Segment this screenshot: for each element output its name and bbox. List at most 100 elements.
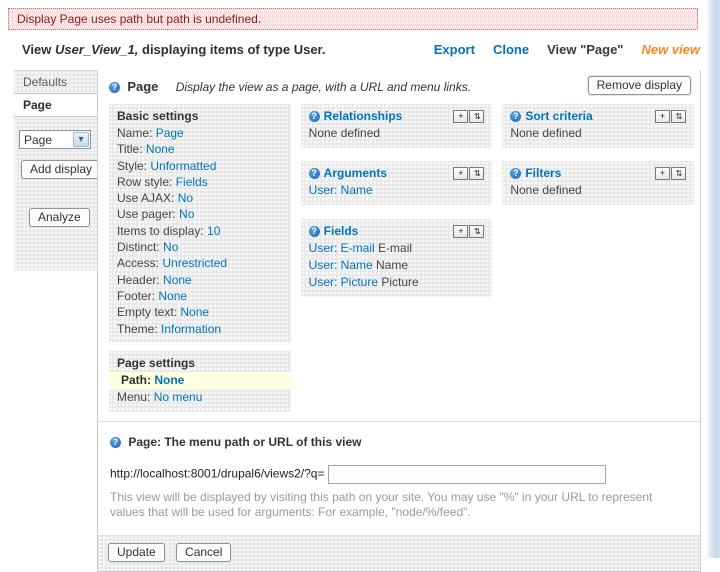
path-input[interactable] (328, 464, 607, 484)
arguments-title-link[interactable]: Arguments (324, 166, 387, 180)
setting-menu-link[interactable]: No menu (154, 390, 203, 404)
view-title-suffix: displaying items of type User. (142, 42, 326, 57)
setting-name-link[interactable]: Page (156, 126, 184, 140)
setting-style-link[interactable]: Unformatted (150, 159, 216, 173)
setting-use-ajax-link[interactable]: No (178, 191, 193, 205)
form-actions: Update Cancel (98, 534, 700, 571)
panel-title-row: ? Page Display the view as a page, with … (98, 70, 700, 104)
tab-defaults[interactable]: Defaults (14, 71, 97, 94)
filters-box: ? Filters + ⇅ None defined (502, 161, 694, 205)
field-item: User: Name Name (308, 258, 409, 272)
view-actions: Export Clone View "Page" New view (434, 42, 700, 57)
rearrange-relationships-button[interactable]: ⇅ (469, 109, 485, 123)
add-field-button[interactable]: + (453, 224, 469, 238)
rearrange-filters-button[interactable]: ⇅ (670, 166, 686, 180)
filters-header: ? Filters + ⇅ (510, 166, 686, 180)
fields-title-link[interactable]: Fields (324, 224, 359, 238)
help-icon[interactable]: ? (110, 436, 121, 448)
add-sort-button[interactable]: + (654, 109, 670, 123)
add-filter-button[interactable]: + (654, 166, 670, 180)
analyze-button[interactable]: Analyze (29, 208, 90, 227)
path-form: ? Page: The menu path or URL of this vie… (98, 420, 700, 525)
column-basic: Basic settings Name: Page Title: None St… (109, 104, 291, 412)
rearrange-fields-button[interactable]: ⇅ (469, 224, 485, 238)
setting-items-to-display-link[interactable]: 10 (207, 224, 220, 238)
setting-path-link[interactable]: None (154, 373, 184, 387)
update-button[interactable]: Update (108, 542, 165, 562)
display-type-select-value: Page (24, 132, 53, 147)
setting-theme-link[interactable]: Information (161, 322, 221, 336)
field-item: User: E-mail E-mail (308, 241, 413, 255)
setting-title-link[interactable]: None (146, 142, 175, 156)
remove-display-button[interactable]: Remove display (587, 76, 691, 95)
path-form-description: This view will be displayed by visiting … (110, 489, 653, 520)
column-middle: ? Relationships + ⇅ None defined ? Argum… (300, 104, 493, 297)
field-item-link[interactable]: User: Picture (309, 275, 378, 289)
setting-row-style-link[interactable]: Fields (176, 175, 208, 189)
setting-empty-text-link[interactable]: None (180, 305, 209, 319)
relationships-empty: None defined (308, 126, 381, 140)
relationships-title-link[interactable]: Relationships (324, 109, 403, 123)
error-message: Display Page uses path but path is undef… (8, 8, 698, 30)
argument-item-link[interactable]: User: Name (309, 183, 373, 197)
help-icon[interactable]: ? (308, 167, 320, 179)
setting-path: Path: None (109, 371, 291, 389)
add-argument-button[interactable]: + (453, 166, 469, 180)
setting-access-link[interactable]: Unrestricted (162, 256, 227, 270)
field-item-link[interactable]: User: E-mail (309, 241, 375, 255)
export-link[interactable]: Export (434, 42, 475, 57)
help-icon[interactable]: ? (510, 110, 522, 122)
relationships-box: ? Relationships + ⇅ None defined (300, 104, 493, 148)
new-view-link[interactable]: New view (641, 42, 700, 57)
view-title-prefix: View (22, 42, 52, 57)
clone-link[interactable]: Clone (493, 42, 529, 57)
help-icon[interactable]: ? (109, 82, 120, 93)
filters-title-link[interactable]: Filters (525, 166, 561, 180)
argument-item: User: Name (309, 182, 485, 199)
field-item: User: Picture Picture (308, 275, 419, 289)
page-settings-title: Page settings (117, 355, 196, 370)
sort-criteria-box: ? Sort criteria + ⇅ None defined (502, 104, 694, 148)
help-icon[interactable]: ? (510, 167, 522, 179)
setting-use-pager-link[interactable]: No (179, 207, 194, 221)
page-settings-box: Page settings Path: None Menu: No menu (109, 350, 291, 412)
fields-header: ? Fields + ⇅ (308, 224, 485, 238)
add-display-button[interactable]: Add display (21, 160, 102, 179)
sort-criteria-title-link[interactable]: Sort criteria (525, 109, 592, 123)
setting-distinct: Distinct: No (117, 240, 179, 255)
setting-use-pager: Use pager: No (117, 207, 195, 222)
arguments-header: ? Arguments + ⇅ (308, 166, 485, 180)
display-settings-panel: ? Page Display the view as a page, with … (97, 70, 701, 572)
path-url-prefix: http://localhost:8001/drupal6/views2/?q= (110, 466, 325, 481)
setting-menu: Menu: No menu (117, 389, 203, 404)
tab-page[interactable]: Page (14, 94, 97, 117)
sort-criteria-header: ? Sort criteria + ⇅ (510, 109, 686, 123)
fields-box: ? Fields + ⇅ User: E-mail E-mail User: N… (300, 219, 493, 297)
setting-theme: Theme: Information (117, 321, 222, 336)
setting-access: Access: Unrestricted (117, 256, 228, 271)
setting-name: Name: Page (117, 126, 184, 140)
panel-title: Page (127, 79, 159, 94)
cancel-button[interactable]: Cancel (176, 542, 232, 562)
setting-header-link[interactable]: None (163, 273, 192, 287)
help-icon[interactable]: ? (308, 225, 320, 237)
setting-footer-link[interactable]: None (158, 289, 187, 303)
basic-settings-title: Basic settings (117, 109, 199, 123)
page-edge-strip (706, 0, 720, 558)
setting-items-to-display: Items to display: 10 (117, 223, 221, 238)
setting-header: Header: None (117, 272, 192, 287)
chevron-down-icon: ▾ (73, 132, 89, 147)
display-type-select[interactable]: Page ▾ (19, 130, 91, 149)
view-header: View User_View_1, displaying items of ty… (22, 42, 700, 57)
setting-use-ajax: Use AJAX: No (117, 191, 194, 206)
page-settings-header: Page settings (117, 356, 283, 370)
setting-distinct-link[interactable]: No (163, 240, 178, 254)
field-item-link[interactable]: User: Name (309, 258, 373, 272)
view-page-link[interactable]: View "Page" (547, 42, 623, 57)
rearrange-sorts-button[interactable]: ⇅ (670, 109, 686, 123)
sort-criteria-empty: None defined (510, 126, 582, 140)
rearrange-arguments-button[interactable]: ⇅ (469, 166, 485, 180)
setting-empty-text: Empty text: None (117, 305, 210, 320)
help-icon[interactable]: ? (308, 110, 320, 122)
add-relationship-button[interactable]: + (453, 109, 469, 123)
